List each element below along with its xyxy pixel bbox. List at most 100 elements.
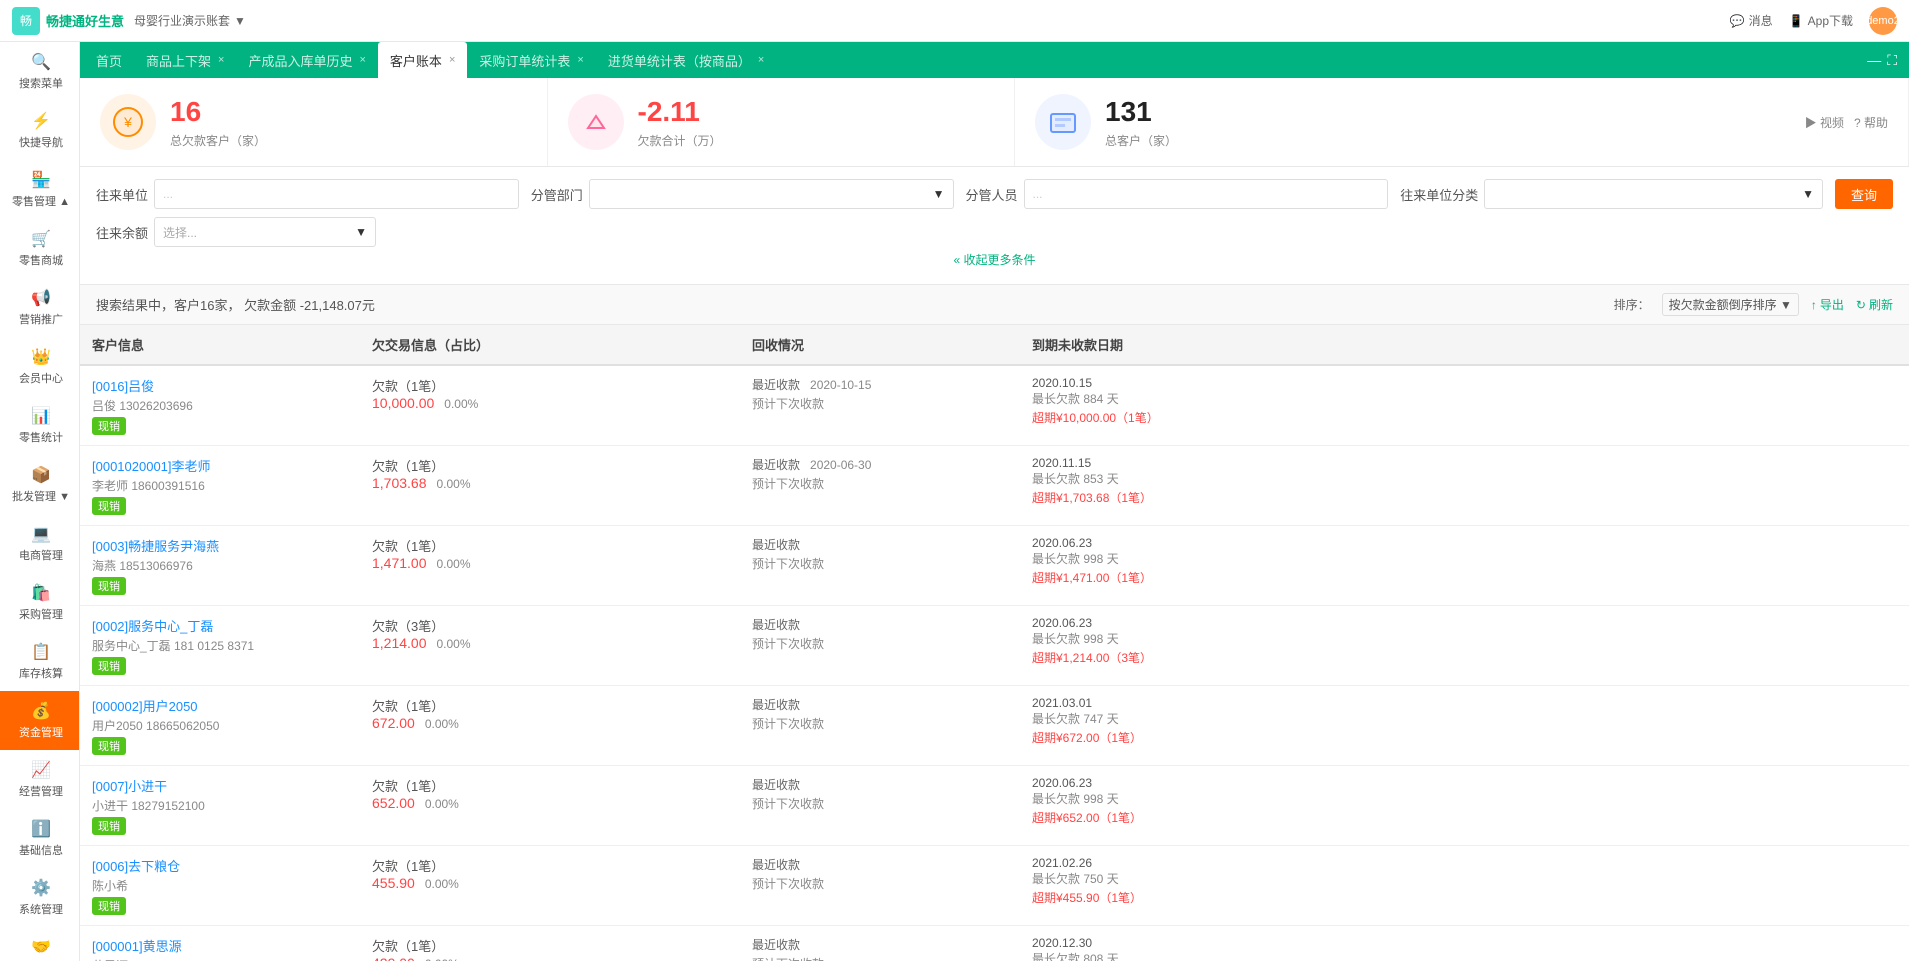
tab-goods-stats-close[interactable]: × [758,54,764,66]
customer-name-0001020001[interactable]: [0001020001]李老师 [92,456,348,475]
customer-name-0002[interactable]: [0002]服务中心_丁磊 [92,616,348,635]
th-due-date: 到期未收款日期 [1020,325,1909,364]
overdue-info-0016[interactable]: 超期¥10,000.00（1笔） [1032,409,1897,426]
user-avatar-button[interactable]: demo2 [1869,7,1897,35]
tab-goods-stats[interactable]: 进货单统计表（按商品） × [596,42,776,78]
collect-latest-0007: 最近收款 [752,776,1008,793]
sidebar-item-search-label: 搜索菜单 [19,75,63,91]
sidebar-item-purchase[interactable]: 🛍️ 采购管理 [0,573,79,632]
customer-name-0006[interactable]: [0006]去下粮仓 [92,856,348,875]
app-download-label: App下载 [1808,12,1853,29]
td-customer-0006: [0006]去下粮仓 陈小希 现销 [80,846,360,925]
logo-area: 畅 畅捷通好生意 [12,7,124,35]
company-selector[interactable]: 母婴行业演示账套 ▼ [134,12,246,29]
tabs-min-icon[interactable]: — [1867,52,1881,68]
unit-category-select[interactable]: ▼ [1484,179,1823,209]
overdue-days-0007: 最长欠款 998 天 [1032,790,1897,807]
sidebar-item-member[interactable]: 👑 会员中心 [0,337,79,396]
filter-row-2: 往来余额 选择... ▼ [96,217,1893,247]
debt-amount-label: 欠款合计（万） [638,132,722,149]
sidebar-item-finance[interactable]: 💰 资金管理 [0,691,79,750]
message-button[interactable]: 💬 消息 [1730,12,1773,29]
customer-name-0007[interactable]: [0007]小进干 [92,776,348,795]
sort-select[interactable]: 按欠款金额倒序排序 ▼ [1662,293,1799,316]
overdue-info-0003[interactable]: 超期¥1,471.00（1笔） [1032,569,1897,586]
query-button[interactable]: 查询 [1835,179,1893,209]
top-bar: 畅 畅捷通好生意 母婴行业演示账套 ▼ 💬 消息 📱 App下载 demo2 [0,0,1909,42]
app-layout: 🔍 搜索菜单 ⚡ 快捷导航 🏪 零售管理 ▲ 🛒 零售商城 📢 营销推广 👑 会… [0,42,1909,961]
sidebar-item-enterprise[interactable]: 🤝 企业协同 [0,927,79,961]
debt-customers-info: 16 总欠款客户（家） [170,96,266,149]
wholesale-icon: 📦 [31,465,51,485]
sidebar-item-retail-mgmt[interactable]: 🏪 零售管理 ▲ [0,160,79,219]
sidebar-item-ecommerce[interactable]: 💻 电商管理 [0,514,79,573]
collapse-button[interactable]: « 收起更多条件 [96,247,1893,272]
tab-production-history-close[interactable]: × [359,54,365,66]
collect-next-0006: 预计下次收款 [752,875,1008,892]
customer-name-0016[interactable]: [0016]吕俊 [92,376,348,395]
tab-home[interactable]: 首页 [84,42,134,78]
collapse-label: 收起更多条件 [964,253,1036,267]
sidebar-item-inventory[interactable]: 📋 库存核算 [0,632,79,691]
manager-input[interactable]: ... [1024,179,1389,209]
member-icon: 👑 [31,347,51,367]
th-debt-info: 欠交易信息（占比） [360,325,740,364]
tab-customer-account[interactable]: 客户账本 × [378,42,467,78]
td-collect-0006: 最近收款 预计下次收款 [740,846,1020,925]
due-date-0006: 2021.02.26 [1032,856,1897,870]
customer-phone-0003: 海燕 18513066976 [92,557,348,574]
overdue-info-000002[interactable]: 超期¥672.00（1笔） [1032,729,1897,746]
filter-manager: 分管人员 ... [966,179,1389,209]
sidebar-item-retail-stats[interactable]: 📊 零售统计 [0,396,79,455]
refresh-button[interactable]: ↻ 刷新 [1856,296,1893,313]
overdue-info-0001020001[interactable]: 超期¥1,703.68（1笔） [1032,489,1897,506]
overdue-info-0002[interactable]: 超期¥1,214.00（3笔） [1032,649,1897,666]
app-download-button[interactable]: 📱 App下载 [1789,12,1853,29]
help-btn[interactable]: ? 帮助 [1854,114,1888,131]
inventory-icon: 📋 [31,642,51,662]
source-unit-input[interactable]: ... [154,179,519,209]
sidebar-item-system[interactable]: ⚙️ 系统管理 [0,868,79,927]
sidebar-item-basic-info[interactable]: ℹ️ 基础信息 [0,809,79,868]
purchase-icon: 🛍️ [31,583,51,603]
tab-products-off-close[interactable]: × [218,54,224,66]
download-icon: 📱 [1789,14,1804,28]
overdue-info-0007[interactable]: 超期¥652.00（1笔） [1032,809,1897,826]
tabs-max-icon[interactable]: ⛶ [1887,52,1897,69]
department-select[interactable]: ▼ [589,179,954,209]
td-customer-0002: [0002]服务中心_丁磊 服务中心_丁磊 181 0125 8371 现销 [80,606,360,685]
view-video-btn[interactable]: ▶ 视频 [1805,114,1844,131]
export-button[interactable]: ↑ 导出 [1811,296,1844,313]
td-collect-0001020001: 最近收款 2020-06-30 预计下次收款 [740,446,1020,525]
overdue-days-000001: 最长欠款 808 天 [1032,950,1897,961]
sidebar-item-quick-nav[interactable]: ⚡ 快捷导航 [0,101,79,160]
overdue-info-0006[interactable]: 超期¥455.90（1笔） [1032,889,1897,906]
td-collect-000002: 最近收款 预计下次收款 [740,686,1020,765]
sidebar-item-operation[interactable]: 📈 经营管理 [0,750,79,809]
tab-purchase-order-stats-close[interactable]: × [577,54,583,66]
top-bar-right: 💬 消息 📱 App下载 demo2 [1730,7,1897,35]
retail-stats-icon: 📊 [31,406,51,426]
unit-category-label: 往来单位分类 [1400,185,1478,204]
total-customers-label: 总客户（家） [1105,132,1177,149]
export-icon: ↑ [1811,298,1817,312]
table-row: [0007]小进干 小进干 18279152100 现销 欠款（1笔） 652.… [80,766,1909,846]
customer-name-000001[interactable]: [000001]黄思源 [92,936,348,955]
customer-name-0003[interactable]: [0003]畅捷服务尹海燕 [92,536,348,555]
tab-home-label: 首页 [96,51,122,70]
tab-customer-account-close[interactable]: × [449,54,455,66]
balance-select[interactable]: 选择... ▼ [154,217,376,247]
sidebar-item-marketing[interactable]: 📢 营销推广 [0,278,79,337]
customer-name-000002[interactable]: [000002]用户2050 [92,696,348,715]
customer-phone-0006: 陈小希 [92,877,348,894]
td-due-0002: 2020.06.23 最长欠款 998 天 超期¥1,214.00（3笔） [1020,606,1909,685]
debt-customers-value: 16 [170,96,266,128]
tab-purchase-order-stats[interactable]: 采购订单统计表 × [467,42,595,78]
basic-info-icon: ℹ️ [31,819,51,839]
tab-production-history[interactable]: 产成品入库单历史 × [236,42,377,78]
tab-products-off[interactable]: 商品上下架 × [134,42,236,78]
sidebar-item-search[interactable]: 🔍 搜索菜单 [0,42,79,101]
table-row: [0016]吕俊 吕俊 13026203696 现销 欠款（1笔） 10,000… [80,366,1909,446]
sidebar-item-wholesale[interactable]: 📦 批发管理 ▼ [0,455,79,514]
sidebar-item-retail-mall[interactable]: 🛒 零售商城 [0,219,79,278]
